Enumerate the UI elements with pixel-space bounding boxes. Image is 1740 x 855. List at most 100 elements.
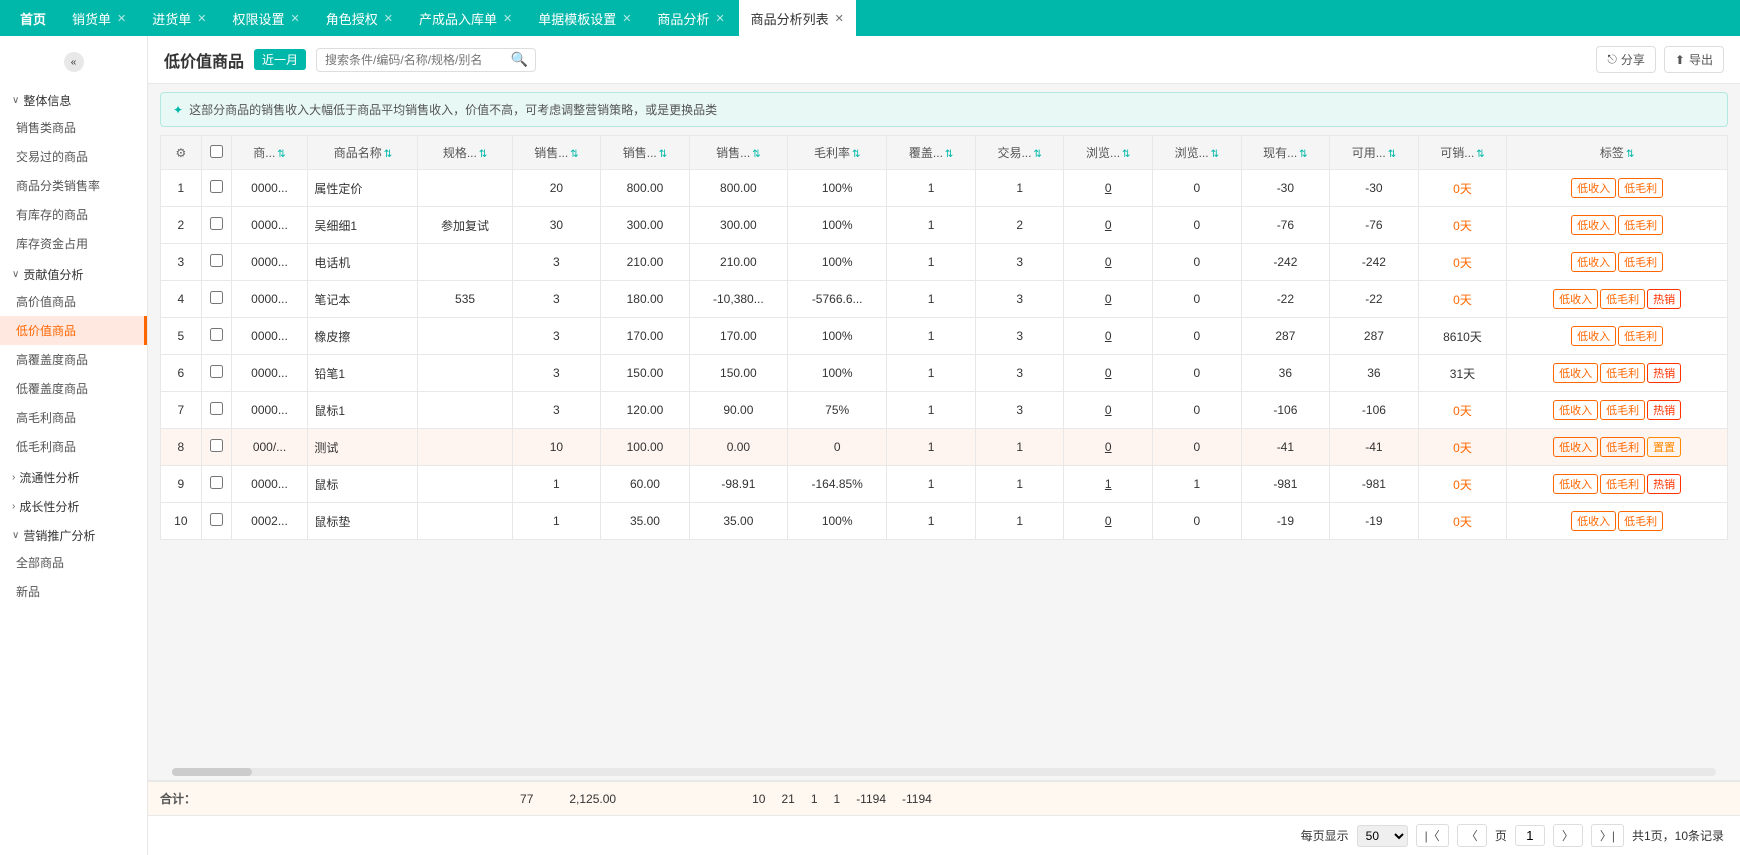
sidebar-section-growth[interactable]: › 成长性分析 [0,490,147,519]
sidebar-item-high-profit[interactable]: 高毛利商品 [0,403,147,432]
row-checkbox[interactable] [210,328,223,341]
cell-browse1[interactable]: 0 [1064,318,1153,355]
row-checkbox[interactable] [210,476,223,489]
cell-browse1[interactable]: 0 [1064,170,1153,207]
cell-checkbox[interactable] [201,466,231,503]
sidebar-section-flow[interactable]: › 流通性分析 [0,461,147,490]
tag-低毛利[interactable]: 低毛利 [1618,511,1663,531]
browse-link[interactable]: 0 [1105,255,1112,269]
tag-低收入[interactable]: 低收入 [1571,252,1616,272]
row-checkbox[interactable] [210,513,223,526]
row-checkbox[interactable] [210,402,223,415]
tag-低收入[interactable]: 低收入 [1553,437,1598,457]
sidebar-item-high-coverage[interactable]: 高覆盖度商品 [0,345,147,374]
cell-browse1[interactable]: 0 [1064,207,1153,244]
sidebar-item-inventory-fund[interactable]: 库存资金占用 [0,229,147,258]
nav-sales[interactable]: 销货单 ✕ [60,0,138,36]
cell-checkbox[interactable] [201,207,231,244]
tag-低收入[interactable]: 低收入 [1571,326,1616,346]
browse-link[interactable]: 0 [1105,292,1112,306]
row-checkbox[interactable] [210,291,223,304]
col-browse2[interactable]: 浏览...⇅ [1153,136,1242,170]
tag-热销[interactable]: 热销 [1647,474,1681,494]
nav-purchase[interactable]: 进货单 ✕ [140,0,218,36]
browse-link[interactable]: 0 [1105,329,1112,343]
settings-icon[interactable]: ⚙ [175,146,186,160]
tag-低收入[interactable]: 低收入 [1553,400,1598,420]
nav-template[interactable]: 单据模板设置 ✕ [526,0,643,36]
col-current[interactable]: 现有...⇅ [1241,136,1330,170]
tag-热销[interactable]: 热销 [1647,400,1681,420]
tag-低收入[interactable]: 低收入 [1553,289,1598,309]
nav-close-analysis-list[interactable]: ✕ [835,12,844,25]
sidebar-item-low-profit[interactable]: 低毛利商品 [0,432,147,461]
nav-product-analysis-list[interactable]: 商品分析列表 ✕ [739,0,856,36]
browse-link[interactable]: 0 [1105,403,1112,417]
cell-browse1[interactable]: 1 [1064,466,1153,503]
tag-低毛利[interactable]: 低毛利 [1618,326,1663,346]
row-checkbox[interactable] [210,365,223,378]
first-page-btn[interactable]: |〈 [1416,824,1449,847]
tag-低收入[interactable]: 低收入 [1571,215,1616,235]
tag-热销[interactable]: 热销 [1647,289,1681,309]
sidebar-item-sales-products[interactable]: 销售类商品 [0,113,147,142]
nav-product-in[interactable]: 产成品入库单 ✕ [407,0,524,36]
nav-home[interactable]: 首页 [8,0,58,36]
period-tag[interactable]: 近一月 [254,49,306,70]
sidebar-item-traded-products[interactable]: 交易过的商品 [0,142,147,171]
nav-product-analysis[interactable]: 商品分析 ✕ [645,0,736,36]
row-checkbox[interactable] [210,439,223,452]
col-saleable[interactable]: 可销...⇅ [1418,136,1507,170]
nav-close-permission[interactable]: ✕ [291,12,300,25]
cell-checkbox[interactable] [201,355,231,392]
cell-checkbox[interactable] [201,429,231,466]
tag-低毛利[interactable]: 低毛利 [1618,178,1663,198]
cell-checkbox[interactable] [201,170,231,207]
search-input[interactable] [316,48,536,72]
tag-置置[interactable]: 置置 [1647,437,1681,457]
cell-checkbox[interactable] [201,281,231,318]
browse-link[interactable]: 1 [1105,477,1112,491]
col-browse1[interactable]: 浏览...⇅ [1064,136,1153,170]
page-input[interactable] [1515,825,1545,846]
tag-热销[interactable]: 热销 [1647,363,1681,383]
tag-低收入[interactable]: 低收入 [1553,363,1598,383]
tag-低收入[interactable]: 低收入 [1553,474,1598,494]
cell-browse1[interactable]: 0 [1064,355,1153,392]
col-spec[interactable]: 规格...⇅ [418,136,512,170]
col-coverage[interactable]: 覆盖...⇅ [887,136,976,170]
cell-browse1[interactable]: 0 [1064,244,1153,281]
col-tags[interactable]: 标签⇅ [1507,136,1728,170]
sidebar-section-overall[interactable]: ∨ 整体信息 [0,84,147,113]
col-sales-qty[interactable]: 销售...⇅ [512,136,601,170]
scroll-thumb[interactable] [172,768,252,776]
sidebar-item-new-products[interactable]: 新品 [0,577,147,606]
sidebar-section-contribution[interactable]: ∨ 贡献值分析 [0,258,147,287]
col-code[interactable]: 商...⇅ [231,136,308,170]
next-page-btn[interactable]: 〉 [1553,824,1583,847]
browse-link[interactable]: 0 [1105,440,1112,454]
tag-低毛利[interactable]: 低毛利 [1600,400,1645,420]
tag-低毛利[interactable]: 低毛利 [1600,474,1645,494]
cell-browse1[interactable]: 0 [1064,429,1153,466]
col-sales-amount[interactable]: 销售...⇅ [689,136,787,170]
nav-permission[interactable]: 权限设置 ✕ [220,0,311,36]
col-usable[interactable]: 可用...⇅ [1330,136,1419,170]
col-trade[interactable]: 交易...⇅ [975,136,1064,170]
cell-checkbox[interactable] [201,244,231,281]
sidebar-collapse-btn[interactable]: « [64,52,84,72]
page-size-select[interactable]: 50 100 200 [1357,825,1408,847]
nav-close-product-in[interactable]: ✕ [503,12,512,25]
tag-低毛利[interactable]: 低毛利 [1618,252,1663,272]
nav-close-product-analysis[interactable]: ✕ [715,12,724,25]
sidebar-item-high-value[interactable]: 高价值商品 [0,287,147,316]
sidebar-item-stocked-products[interactable]: 有库存的商品 [0,200,147,229]
nav-close-role[interactable]: ✕ [384,12,393,25]
cell-browse1[interactable]: 0 [1064,392,1153,429]
sidebar-item-low-coverage[interactable]: 低覆盖度商品 [0,374,147,403]
tag-低毛利[interactable]: 低毛利 [1600,437,1645,457]
nav-close-template[interactable]: ✕ [622,12,631,25]
sidebar-section-marketing[interactable]: ∨ 营销推广分析 [0,519,147,548]
cell-checkbox[interactable] [201,318,231,355]
row-checkbox[interactable] [210,217,223,230]
